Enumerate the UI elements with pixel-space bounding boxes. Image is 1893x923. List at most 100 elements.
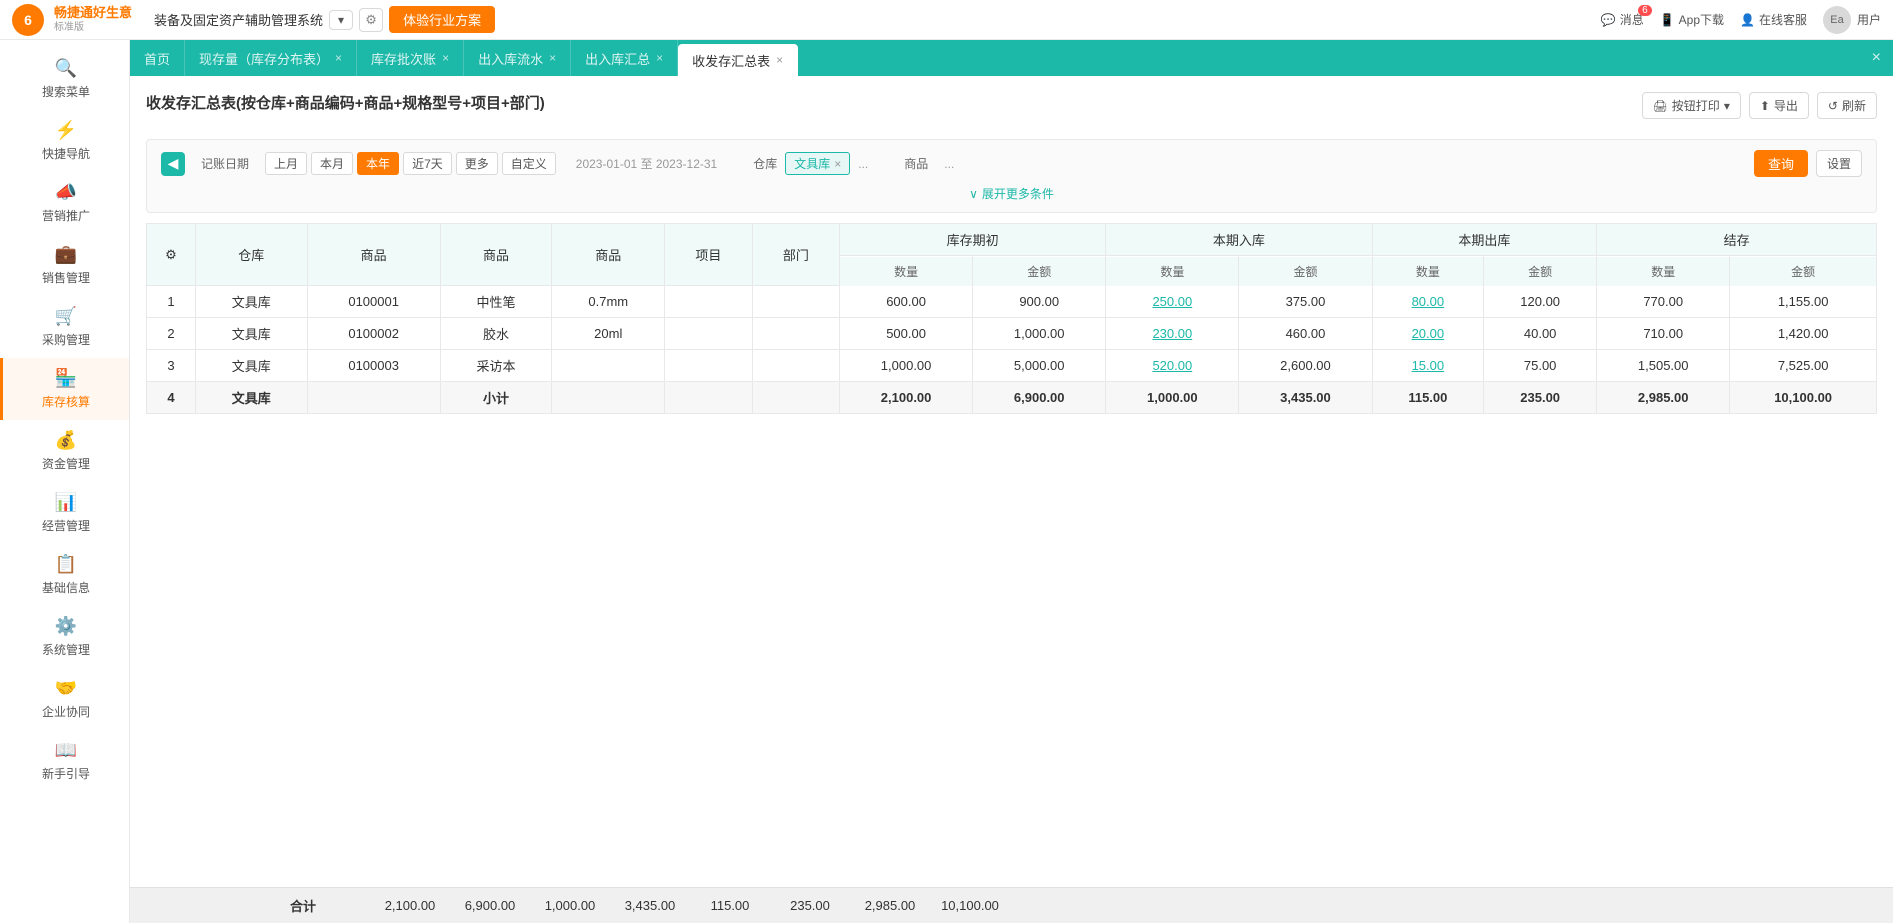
app-logo: 6 (12, 4, 44, 36)
table-cell (752, 350, 839, 382)
th-spec: 商品 (552, 224, 665, 286)
th-bal-group: 结存 (1597, 224, 1877, 256)
warehouse-tag-close[interactable]: × (834, 157, 841, 171)
table-cell: 文具库 (196, 286, 308, 318)
query-button[interactable]: 查询 (1754, 150, 1808, 177)
tab-inout-flow-label: 出入库流水 (478, 49, 543, 68)
table-row: 2文具库0100002胶水20ml500.001,000.00230.00460… (147, 318, 1877, 350)
tab-home-label: 首页 (144, 49, 170, 68)
table-settings-icon[interactable]: ⚙ (157, 241, 185, 269)
date-btn-last-month[interactable]: 上月 (265, 152, 307, 175)
sidebar-item-search[interactable]: 🔍 搜索菜单 (0, 48, 129, 110)
table-cell: 1,505.00 (1597, 350, 1730, 382)
footer-in-qty: 1,000.00 (530, 898, 610, 913)
date-btn-custom[interactable]: 自定义 (502, 152, 556, 175)
top-system-bar: 6 畅捷通好生意 标准版 装备及固定资产辅助管理系统 ▾ ⚙ 体验行业方案 💬 … (0, 0, 1893, 40)
page-title: 收发存汇总表(按仓库+商品编码+商品+规格型号+项目+部门) (146, 92, 545, 113)
message-btn[interactable]: 💬 消息 6 (1601, 11, 1644, 28)
sidebar: 🔍 搜索菜单 ⚡ 快捷导航 📣 营销推广 💼 销售管理 🛒 采购管理 🏪 库存核… (0, 40, 130, 923)
filter-toggle-btn[interactable]: ◀ (161, 152, 185, 176)
date-btn-this-year[interactable]: 本年 (357, 152, 399, 175)
tab-receivable-summary[interactable]: 收发存汇总表 × (678, 44, 798, 76)
table-cell: 6,900.00 (973, 382, 1106, 414)
table-cell: 1,000.00 (1106, 382, 1239, 414)
tab-receivable-summary-label: 收发存汇总表 (692, 51, 770, 70)
settings-icon[interactable]: ⚙ (359, 8, 383, 32)
table-cell: 75.00 (1484, 350, 1597, 382)
sidebar-label-finance: 资金管理 (42, 455, 90, 472)
app-download-btn[interactable]: 📱 App下载 (1660, 11, 1724, 28)
refresh-button[interactable]: ↺ 刷新 (1817, 92, 1877, 119)
table-cell[interactable]: 250.00 (1106, 286, 1239, 318)
date-btn-more[interactable]: 更多 (456, 152, 498, 175)
tab-batch-close[interactable]: × (442, 51, 449, 65)
system-dropdown[interactable]: ▾ (329, 10, 353, 30)
tab-inout-summary-close[interactable]: × (656, 51, 663, 65)
th-project: 项目 (665, 224, 752, 286)
th-out-amt: 金额 (1484, 256, 1597, 286)
table-cell (665, 382, 752, 414)
table-cell[interactable]: 230.00 (1106, 318, 1239, 350)
sidebar-item-collab[interactable]: 🤝 企业协同 (0, 668, 129, 730)
table-cell: 2,600.00 (1239, 350, 1372, 382)
date-btn-this-month[interactable]: 本月 (311, 152, 353, 175)
tab-inventory-dist-close[interactable]: × (335, 51, 342, 65)
tab-inout-flow-close[interactable]: × (549, 51, 556, 65)
expand-conditions-btn[interactable]: ∨ 展开更多条件 (969, 185, 1054, 202)
basic-icon: 📋 (55, 554, 77, 575)
table-cell: 1,000.00 (973, 318, 1106, 350)
footer-init-qty: 2,100.00 (370, 898, 450, 913)
sidebar-item-guide[interactable]: 📖 新手引导 (0, 730, 129, 792)
table-cell: 7,525.00 (1730, 350, 1877, 382)
tab-inout-summary[interactable]: 出入库汇总 × (571, 40, 678, 76)
message-badge: 6 (1638, 5, 1652, 16)
sidebar-item-inventory[interactable]: 🏪 库存核算 (0, 358, 129, 420)
table-cell[interactable]: 20.00 (1372, 318, 1484, 350)
table-cell[interactable]: 520.00 (1106, 350, 1239, 382)
settings-th: ⚙ (147, 224, 196, 286)
download-icon: 📱 (1660, 13, 1675, 27)
table-cell: 10,100.00 (1730, 382, 1877, 414)
footer-out-amt: 235.00 (770, 898, 850, 913)
tab-receivable-summary-close[interactable]: × (776, 53, 783, 67)
sidebar-item-operation[interactable]: 📊 经营管理 (0, 482, 129, 544)
warehouse-tag-text: 文具库 (794, 155, 830, 172)
sidebar-item-purchase[interactable]: 🛒 采购管理 (0, 296, 129, 358)
th-out-qty: 数量 (1372, 256, 1484, 286)
trial-button[interactable]: 体验行业方案 (389, 6, 495, 33)
table-cell (752, 382, 839, 414)
content-area: 首页 现存量（库存分布表） × 库存批次账 × 出入库流水 × 出入库汇总 × … (130, 40, 1893, 923)
sidebar-item-marketing[interactable]: 📣 营销推广 (0, 172, 129, 234)
export-button[interactable]: ⬆ 导出 (1749, 92, 1809, 119)
goods-more-btn[interactable]: ... (944, 157, 954, 171)
quicknav-icon: ⚡ (55, 120, 77, 141)
tab-end-close[interactable]: × (1872, 49, 1893, 67)
sidebar-item-sales[interactable]: 💼 销售管理 (0, 234, 129, 296)
table-row: 1文具库0100001中性笔0.7mm600.00900.00250.00375… (147, 286, 1877, 318)
table-cell: 1,000.00 (840, 350, 973, 382)
tab-batch[interactable]: 库存批次账 × (357, 40, 464, 76)
set-button[interactable]: 设置 (1816, 150, 1862, 177)
print-button[interactable]: 🖨 按钮打印 ▾ (1642, 92, 1741, 119)
table-cell: 1 (147, 286, 196, 318)
table-row: 3文具库0100003采访本1,000.005,000.00520.002,60… (147, 350, 1877, 382)
user-section[interactable]: Ea 用户 (1823, 6, 1881, 34)
avatar: Ea (1823, 6, 1851, 34)
table-cell[interactable]: 15.00 (1372, 350, 1484, 382)
tab-inout-summary-label: 出入库汇总 (585, 49, 650, 68)
table-cell[interactable]: 80.00 (1372, 286, 1484, 318)
sidebar-item-system[interactable]: ⚙️ 系统管理 (0, 606, 129, 668)
th-in-group: 本期入库 (1106, 224, 1372, 256)
online-service-btn[interactable]: 👤 在线客服 (1740, 11, 1807, 28)
th-out-group: 本期出库 (1372, 224, 1597, 256)
sidebar-label-sales: 销售管理 (42, 269, 90, 286)
sidebar-item-finance[interactable]: 💰 资金管理 (0, 420, 129, 482)
warehouse-tag[interactable]: 文具库 × (785, 152, 850, 175)
sidebar-item-basic[interactable]: 📋 基础信息 (0, 544, 129, 606)
sidebar-item-quicknav[interactable]: ⚡ 快捷导航 (0, 110, 129, 172)
date-btn-7days[interactable]: 近7天 (403, 152, 452, 175)
tab-inventory-dist[interactable]: 现存量（库存分布表） × (185, 40, 357, 76)
warehouse-more-btn[interactable]: ... (858, 157, 868, 171)
tab-inout-flow[interactable]: 出入库流水 × (464, 40, 571, 76)
tab-home[interactable]: 首页 (130, 40, 185, 76)
